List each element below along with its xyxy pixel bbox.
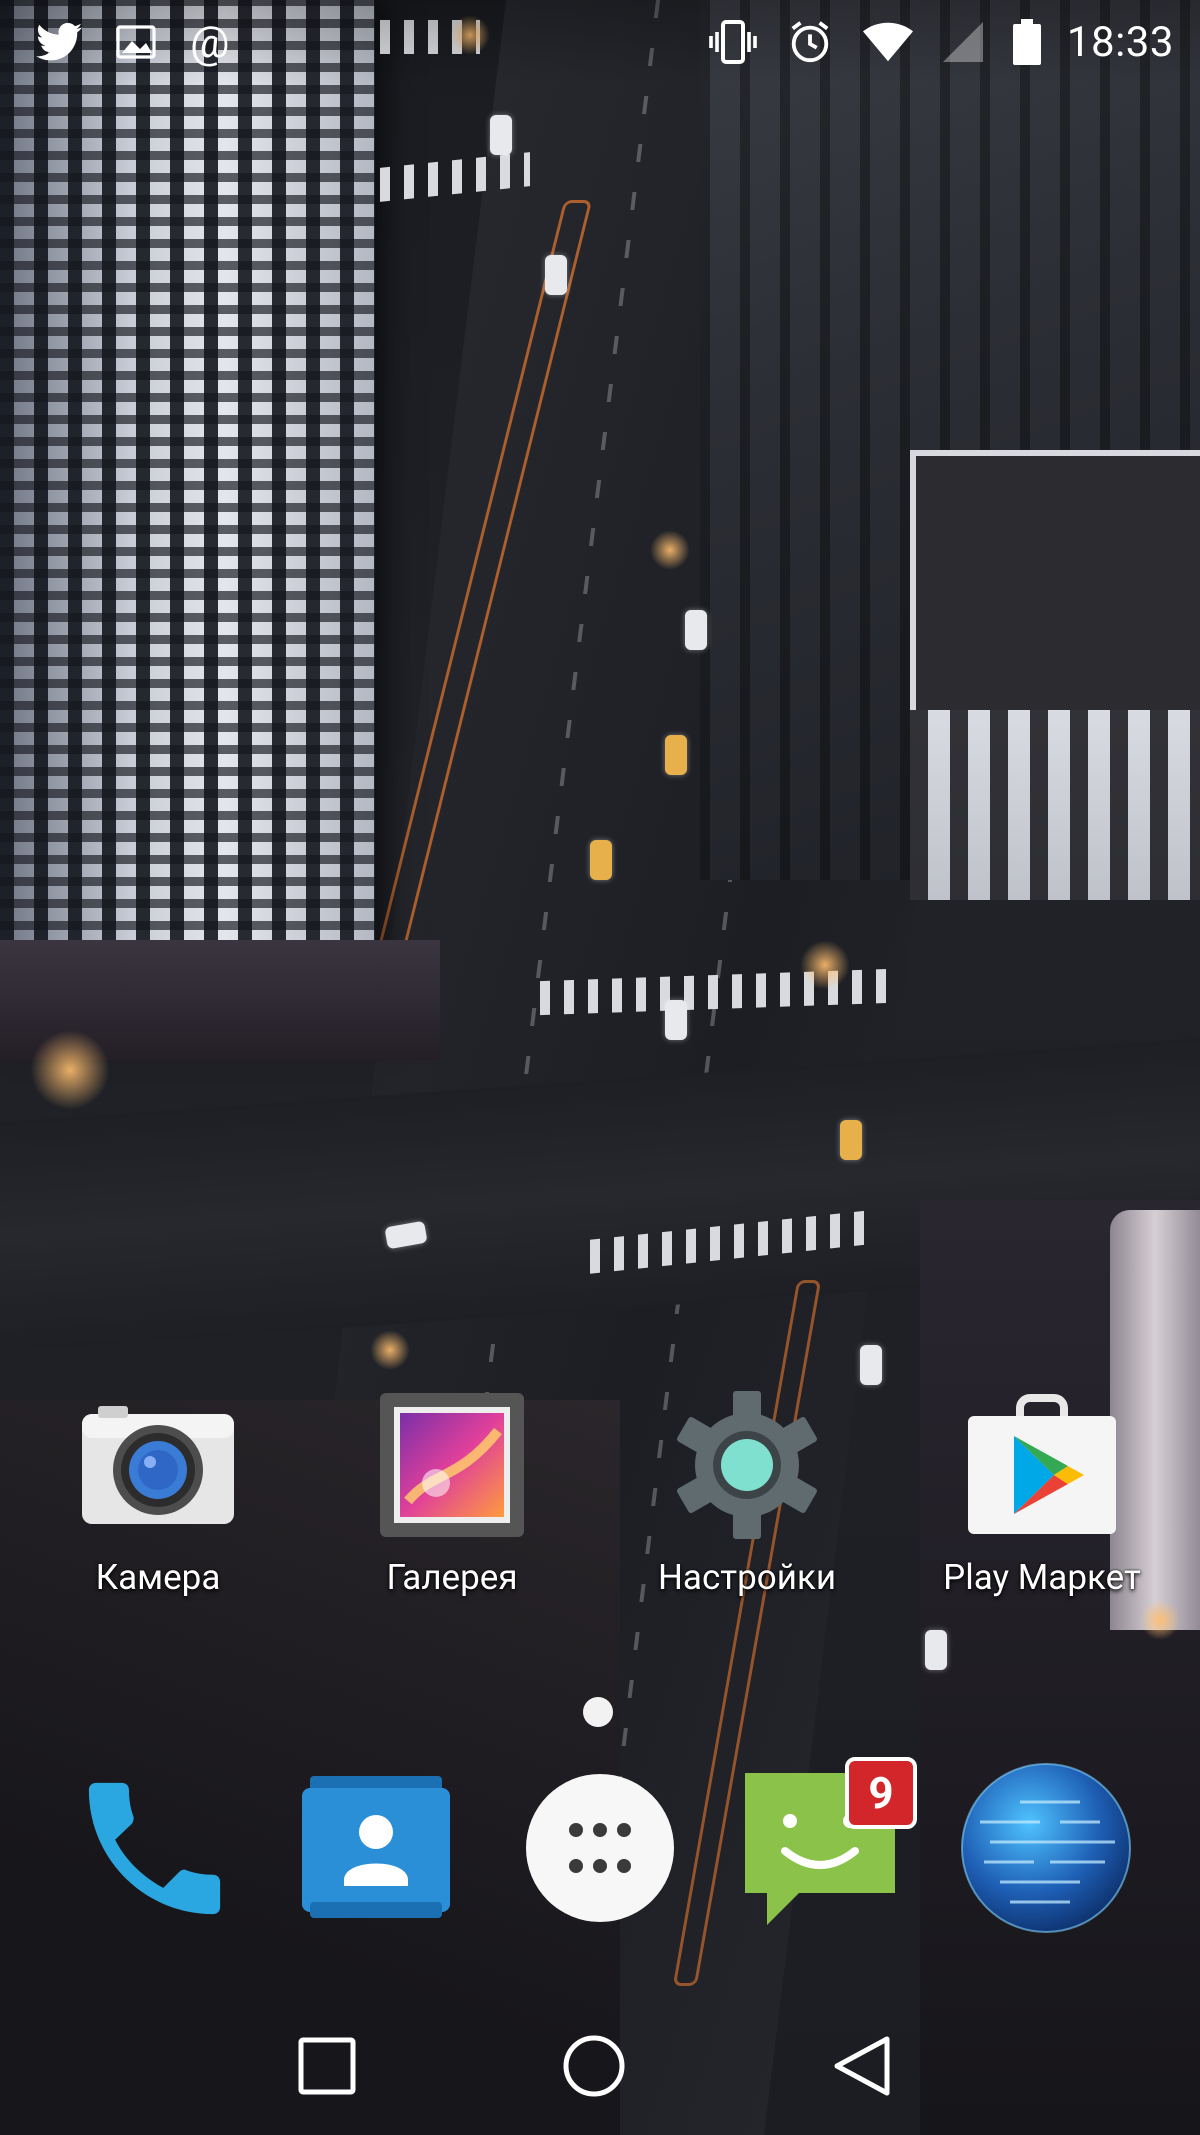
back-button[interactable] bbox=[782, 2000, 942, 2135]
alarm-icon bbox=[787, 19, 833, 65]
battery-icon bbox=[1012, 19, 1041, 65]
contacts-icon bbox=[298, 1770, 454, 1930]
app-play-store[interactable]: Play Маркет bbox=[922, 1385, 1162, 1598]
app-gallery[interactable]: Галерея bbox=[332, 1385, 572, 1598]
dock-app-drawer[interactable] bbox=[505, 1755, 695, 1945]
notification-icons: @ bbox=[36, 20, 264, 64]
image-notification-icon bbox=[116, 25, 156, 59]
page-indicator-dot bbox=[583, 1697, 613, 1727]
favorites-dock: 9 bbox=[0, 1755, 1200, 1945]
app-settings[interactable]: Настройки bbox=[627, 1385, 867, 1598]
at-icon: @ bbox=[190, 16, 230, 68]
twitter-icon bbox=[36, 22, 82, 62]
recents-button[interactable] bbox=[247, 2000, 407, 2135]
back-icon bbox=[831, 2033, 893, 2103]
dock-browser[interactable] bbox=[951, 1755, 1141, 1945]
camera-icon bbox=[78, 1385, 238, 1545]
home-button[interactable] bbox=[514, 2000, 674, 2135]
phone-icon bbox=[67, 1761, 242, 1940]
home-app-row: Камера Галерея Настройки Play Маркет bbox=[0, 1385, 1200, 1615]
unread-badge: 9 bbox=[845, 1757, 917, 1829]
gallery-icon bbox=[372, 1385, 532, 1545]
dock-messaging[interactable]: 9 bbox=[725, 1755, 917, 1945]
app-camera[interactable]: Камера bbox=[38, 1385, 278, 1598]
dock-phone[interactable] bbox=[59, 1755, 249, 1945]
no-sim-icon bbox=[942, 22, 983, 62]
app-label: Галерея bbox=[386, 1557, 518, 1598]
status-bar[interactable]: @ 18:33 bbox=[0, 0, 1200, 84]
recents-icon bbox=[297, 2036, 357, 2100]
vibrate-icon bbox=[709, 20, 757, 64]
settings-gear-icon bbox=[667, 1385, 827, 1545]
app-label: Play Маркет bbox=[943, 1557, 1141, 1598]
home-icon bbox=[561, 2033, 627, 2103]
globe-icon bbox=[960, 1762, 1132, 1938]
app-label: Настройки bbox=[657, 1557, 837, 1598]
clock: 18:33 bbox=[1066, 17, 1174, 67]
play-store-icon bbox=[962, 1385, 1122, 1545]
navigation-bar bbox=[0, 2000, 1200, 2135]
dock-contacts[interactable] bbox=[281, 1755, 471, 1945]
wifi-icon bbox=[862, 22, 913, 62]
app-label: Камера bbox=[95, 1557, 221, 1598]
app-drawer-icon bbox=[524, 1772, 676, 1928]
